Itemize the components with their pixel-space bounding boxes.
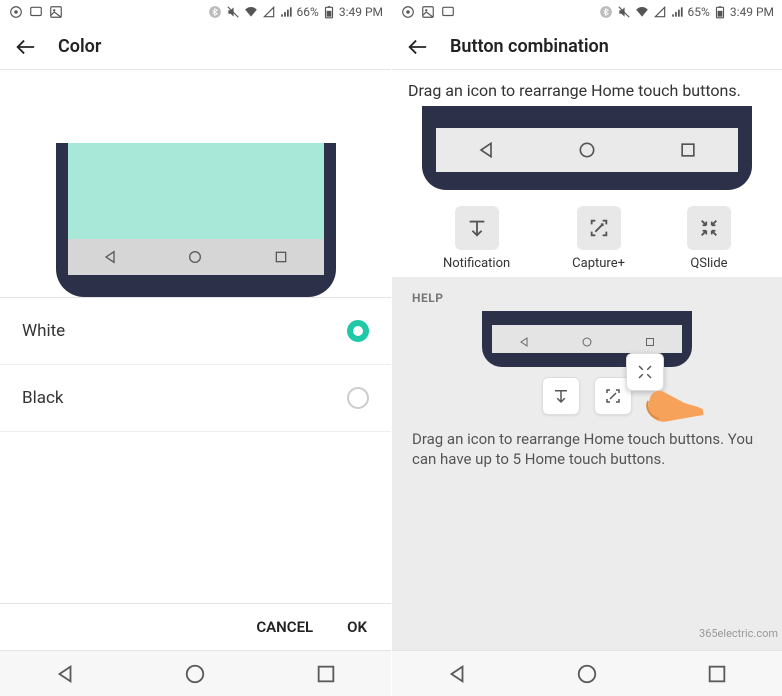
palette-label: Capture+ — [572, 256, 625, 271]
palette-item-notification[interactable]: Notification — [443, 206, 510, 271]
status-icon-image — [420, 4, 436, 20]
hand-pointer-icon — [636, 368, 705, 426]
header-bar: Button combination — [392, 24, 782, 70]
page-title: Color — [58, 36, 101, 57]
sys-recent-icon[interactable] — [315, 663, 337, 685]
signal-icon — [670, 4, 686, 20]
bluetooth-icon — [598, 4, 614, 20]
status-time: 3:49 PM — [339, 5, 383, 19]
status-bar: 65% 3:49 PM — [392, 0, 782, 24]
status-time: 3:49 PM — [730, 5, 774, 19]
right-screenshot: 65% 3:49 PM Button combination Drag an i… — [391, 0, 782, 696]
palette-item-capture[interactable]: Capture+ — [572, 206, 625, 271]
sys-back-icon[interactable] — [446, 663, 468, 685]
battery-percent: 65% — [688, 5, 710, 19]
dialog-actions: CANCEL OK — [0, 603, 391, 650]
help-body-text: Drag an icon to rearrange Home touch but… — [412, 429, 762, 470]
battery-percent: 66% — [297, 5, 319, 19]
system-navbar — [392, 650, 782, 696]
bluetooth-icon — [207, 4, 223, 20]
instruction-text: Drag an icon to rearrange Home touch but… — [392, 70, 782, 106]
sys-recent-icon[interactable] — [706, 663, 728, 685]
radio-label: Black — [22, 388, 64, 408]
radio-option-white[interactable]: White — [0, 298, 391, 365]
wifi-icon — [243, 4, 259, 20]
watermark-text: 365electric.com — [699, 627, 778, 640]
nav-back-icon[interactable] — [476, 140, 496, 160]
palette-label: Notification — [443, 256, 510, 271]
status-icon-circle — [8, 4, 24, 20]
nav-home-icon[interactable] — [577, 140, 597, 160]
nav-back-icon — [518, 333, 530, 345]
battery-icon — [321, 4, 337, 20]
notification-icon — [542, 377, 580, 415]
radio-indicator — [347, 387, 369, 409]
nav-home-icon — [187, 249, 203, 265]
capture-plus-icon — [577, 206, 621, 250]
header-bar: Color — [0, 24, 391, 70]
left-screenshot: 66% 3:49 PM Color — [0, 0, 391, 696]
cancel-button[interactable]: CANCEL — [256, 618, 313, 636]
nav-recent-icon — [273, 249, 289, 265]
button-layout-preview — [392, 106, 782, 196]
data-icon — [261, 4, 277, 20]
ok-button[interactable]: OK — [347, 618, 367, 636]
palette-item-qslide[interactable]: QSlide — [687, 206, 731, 271]
preview-navbar — [68, 239, 324, 275]
mute-icon — [225, 4, 241, 20]
nav-recent-icon[interactable] — [678, 140, 698, 160]
data-icon — [652, 4, 668, 20]
back-arrow-icon[interactable] — [14, 36, 36, 58]
button-palette: Notification Capture+ QSlide — [392, 196, 782, 277]
nav-home-icon — [581, 333, 593, 345]
sys-home-icon[interactable] — [184, 663, 206, 685]
signal-icon — [279, 4, 295, 20]
radio-option-black[interactable]: Black — [0, 365, 391, 432]
palette-label: QSlide — [690, 256, 727, 271]
status-icon-circle — [400, 4, 416, 20]
page-title: Button combination — [450, 36, 609, 57]
system-navbar — [0, 650, 391, 696]
help-illustration — [412, 311, 762, 415]
qslide-icon — [687, 206, 731, 250]
radio-indicator-selected — [347, 320, 369, 342]
back-arrow-icon[interactable] — [406, 36, 428, 58]
status-icon-image — [48, 4, 64, 20]
radio-label: White — [22, 321, 65, 341]
sys-back-icon[interactable] — [54, 663, 76, 685]
nav-back-icon — [102, 249, 118, 265]
sys-home-icon[interactable] — [576, 663, 598, 685]
notification-icon — [455, 206, 499, 250]
nav-recent-icon — [644, 333, 656, 345]
wifi-icon — [634, 4, 650, 20]
color-options-list: White Black — [0, 298, 391, 603]
battery-icon — [712, 4, 728, 20]
preview-navbar[interactable] — [436, 128, 738, 172]
status-icon-message — [440, 4, 456, 20]
help-heading: HELP — [412, 291, 762, 305]
help-section: HELP — [392, 277, 782, 650]
status-bar: 66% 3:49 PM — [0, 0, 391, 24]
mute-icon — [616, 4, 632, 20]
navbar-color-preview — [0, 70, 391, 298]
status-icon-message — [28, 4, 44, 20]
